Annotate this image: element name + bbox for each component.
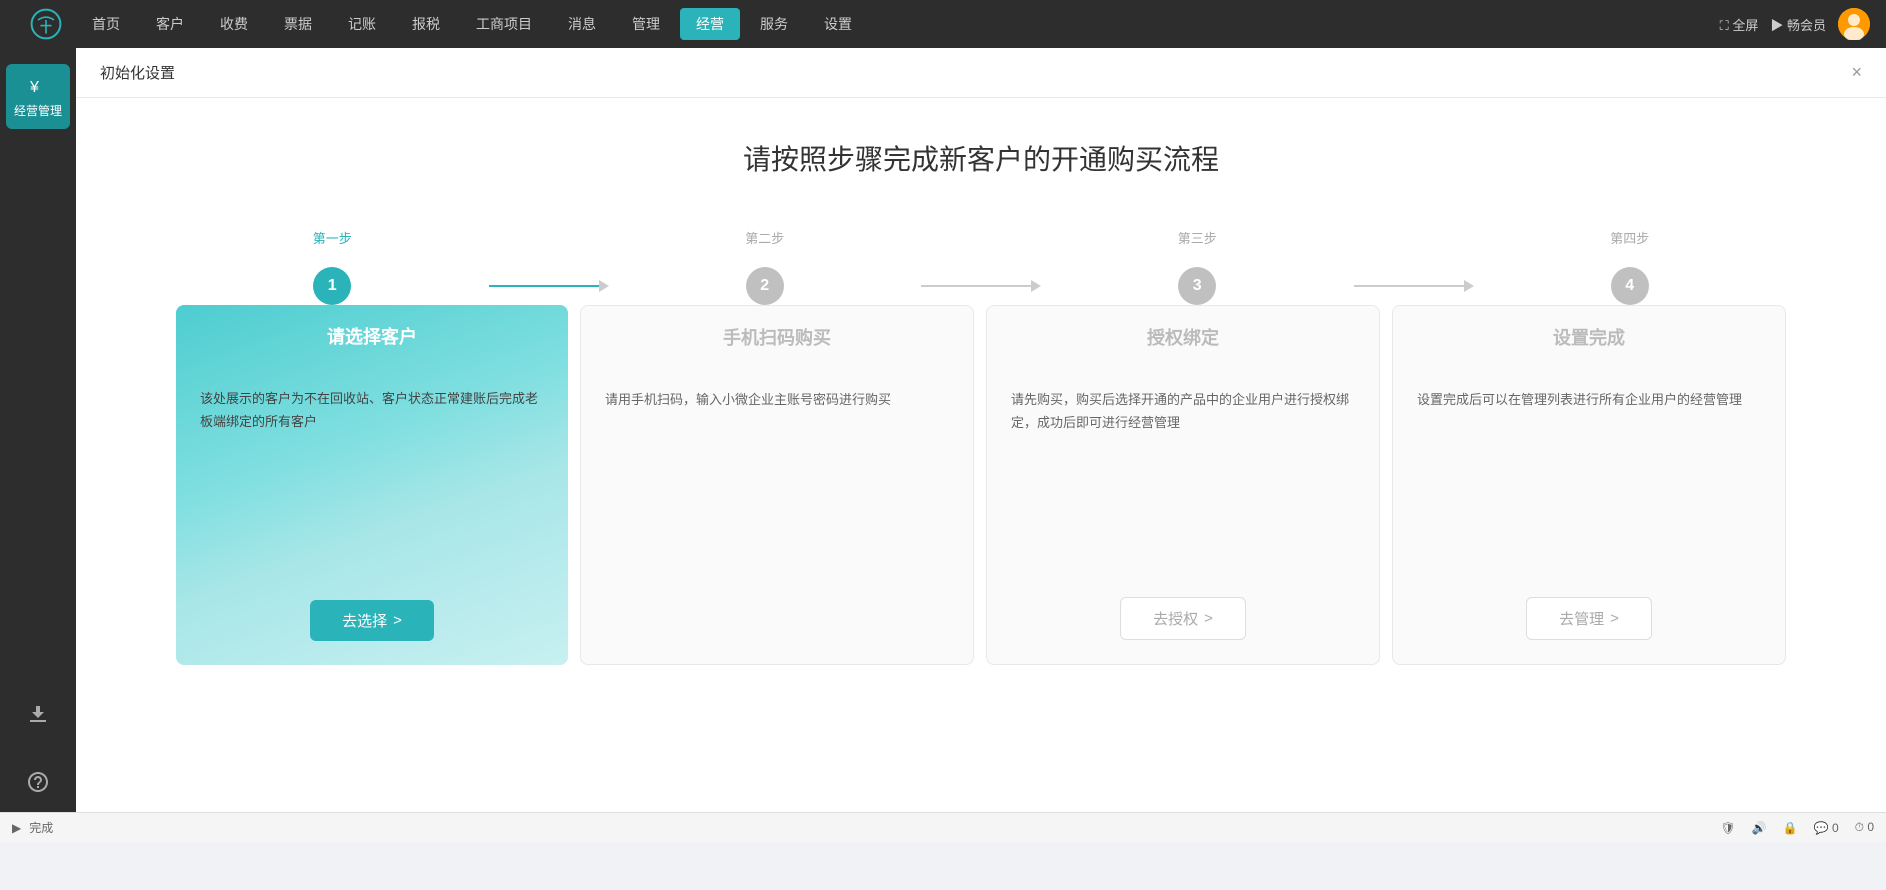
step3-action-btn[interactable]: 去授权 > — [1120, 597, 1246, 640]
nav-customer[interactable]: 客户 — [140, 8, 200, 40]
step4-label: 第四步 — [1610, 228, 1649, 247]
step4-card: 设置完成 设置完成后可以在管理列表进行所有企业用户的经营管理 去管理 > — [1392, 305, 1786, 665]
step4-card-title: 设置完成 — [1393, 306, 1785, 368]
steps-area: 第一步 第二步 第三步 第四步 1 — [116, 228, 1846, 305]
top-nav: 首页 客户 收费 票据 记账 报税 工商项目 消息 管理 经营 服务 设置 ⛶ … — [0, 0, 1886, 48]
nav-business[interactable]: 工商项目 — [460, 8, 548, 40]
sidebar-item-label: 经营管理 — [14, 102, 62, 119]
step2-bubble: 2 — [746, 267, 784, 305]
step2-card-body: 请用手机扫码，输入小微企业主账号密码进行购买 — [581, 368, 973, 431]
lock-icon: 🔒 — [1783, 821, 1798, 835]
step3-label: 第三步 — [1178, 228, 1217, 247]
step-cards: 请选择客户 该处展示的客户为不在回收站、客户状态正常建账后完成老板端绑定的所有客… — [116, 305, 1846, 665]
main-content: 初始化设置 × 请按照步骤完成新客户的开通购买流程 第一步 第二步 第三步 — [76, 48, 1886, 812]
step4-card-footer: 去管理 > — [1393, 597, 1785, 640]
nav-home[interactable]: 首页 — [76, 8, 136, 40]
step3-bubble: 3 — [1178, 267, 1216, 305]
sidebar-bottom — [6, 692, 70, 812]
nav-fee[interactable]: 收费 — [204, 8, 264, 40]
nav-service[interactable]: 服务 — [744, 8, 804, 40]
step1-bubble: 1 — [313, 267, 351, 305]
step1-card-body: 该处展示的客户为不在回收站、客户状态正常建账后完成老板端绑定的所有客户 — [176, 367, 568, 454]
step3-card-footer: 去授权 > — [987, 597, 1379, 640]
step-bubbles-row: 1 2 3 — [176, 267, 1786, 305]
step1-card-footer: 去选择 > — [176, 600, 568, 641]
nav-items: 首页 客户 收费 票据 记账 报税 工商项目 消息 管理 经营 服务 设置 — [76, 8, 1720, 40]
time-icon: ⏱ 0 — [1855, 820, 1874, 835]
step4-bubble: 4 — [1611, 267, 1649, 305]
member-btn[interactable]: ▶ 畅会员 — [1770, 15, 1826, 34]
step1-action-btn[interactable]: 去选择 > — [310, 600, 434, 641]
volume-icon: 🔊 — [1752, 821, 1767, 835]
shield-icon: 🛡 — [1721, 821, 1736, 835]
page-title: 初始化设置 — [100, 62, 175, 83]
avatar[interactable] — [1838, 8, 1870, 40]
right-status-area: 🛡 🔊 🔒 💬 0 ⏱ 0 — [1721, 820, 1874, 835]
step4-card-body: 设置完成后可以在管理列表进行所有企业用户的经营管理 — [1393, 368, 1785, 431]
step3-card-body: 请先购买，购买后选择开通的产品中的企业用户进行授权绑定，成功后即可进行经营管理 — [987, 368, 1379, 455]
sidebar-item-operation[interactable]: ¥ 经营管理 — [6, 64, 70, 129]
wizard-main-title: 请按照步骤完成新客户的开通购买流程 — [116, 138, 1846, 178]
step1-card: 请选择客户 该处展示的客户为不在回收站、客户状态正常建账后完成老板端绑定的所有客… — [176, 305, 568, 665]
nav-account[interactable]: 记账 — [332, 8, 392, 40]
step-labels-row: 第一步 第二步 第三步 第四步 — [176, 228, 1786, 257]
play-icon: ▶ — [12, 821, 21, 835]
sidebar-download[interactable] — [6, 692, 70, 740]
nav-message[interactable]: 消息 — [552, 8, 612, 40]
wizard-container: 请按照步骤完成新客户的开通购买流程 第一步 第二步 第三步 第四步 — [76, 98, 1886, 685]
status-bar: ▶ 完成 🛡 🔊 🔒 💬 0 ⏱ 0 — [0, 812, 1886, 842]
svg-text:¥: ¥ — [29, 79, 39, 96]
step3-card: 授权绑定 请先购买，购买后选择开通的产品中的企业用户进行授权绑定，成功后即可进行… — [986, 305, 1380, 665]
step3-card-title: 授权绑定 — [987, 306, 1379, 368]
nav-bill[interactable]: 票据 — [268, 8, 328, 40]
step2-card-title: 手机扫码购买 — [581, 306, 973, 368]
step1-card-title: 请选择客户 — [176, 305, 568, 367]
nav-tax[interactable]: 报税 — [396, 8, 456, 40]
step2-label: 第二步 — [745, 228, 784, 247]
step4-action-btn[interactable]: 去管理 > — [1526, 597, 1652, 640]
logo — [16, 8, 76, 40]
fullscreen-btn[interactable]: ⛶ 全屏 — [1720, 15, 1759, 34]
step1-label: 第一步 — [313, 228, 352, 247]
sidebar: ¥ 经营管理 — [0, 48, 76, 842]
nav-operation[interactable]: 经营 — [680, 8, 740, 40]
nav-manage[interactable]: 管理 — [616, 8, 676, 40]
status-text: 完成 — [29, 819, 53, 836]
nav-settings[interactable]: 设置 — [808, 8, 868, 40]
right-tools: ⛶ 全屏 ▶ 畅会员 — [1720, 8, 1870, 40]
chat-icon: 💬 0 — [1814, 821, 1839, 835]
close-button[interactable]: × — [1851, 62, 1862, 83]
page-header: 初始化设置 × — [76, 48, 1886, 98]
sidebar-support[interactable] — [6, 760, 70, 808]
step2-card: 手机扫码购买 请用手机扫码，输入小微企业主账号密码进行购买 — [580, 305, 974, 665]
